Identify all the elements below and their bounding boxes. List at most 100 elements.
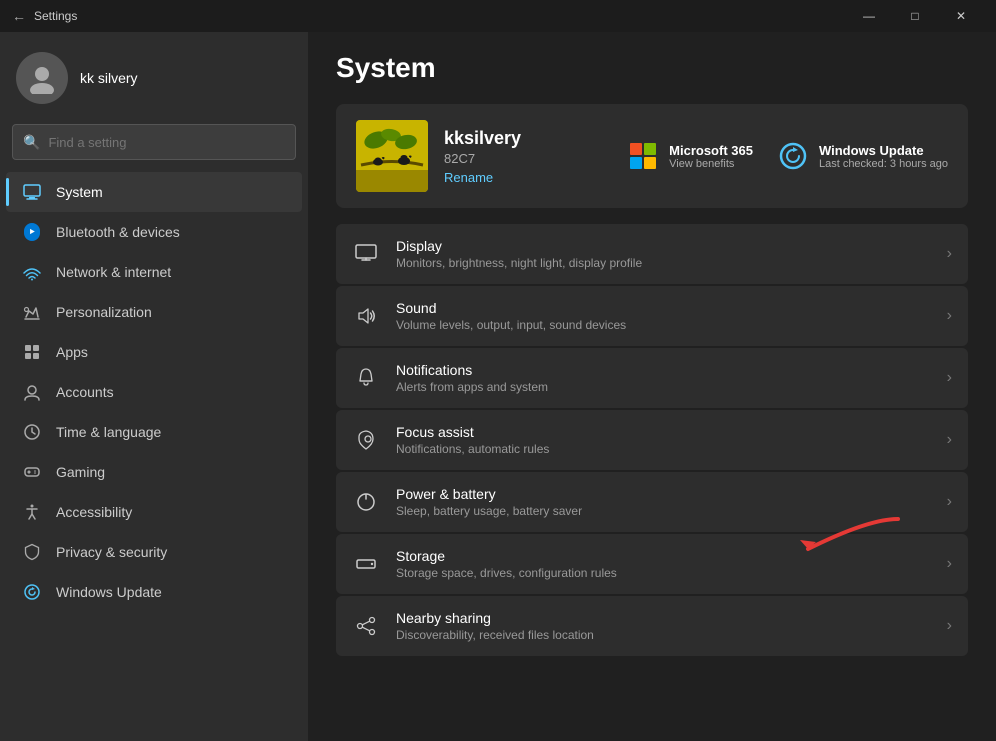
windowsupdate-icon: [22, 582, 42, 602]
focusassist-chevron: ›: [947, 431, 952, 449]
settings-item-nearbysharing[interactable]: Nearby sharing Discoverability, received…: [336, 596, 968, 656]
focusassist-subtitle: Notifications, automatic rules: [396, 442, 931, 456]
storage-text: Storage Storage space, drives, configura…: [396, 548, 931, 580]
sidebar-item-accessibility[interactable]: Accessibility: [6, 492, 302, 532]
sidebar-item-network[interactable]: Network & internet: [6, 252, 302, 292]
privacy-label: Privacy & security: [56, 544, 167, 560]
sidebar-item-bluetooth[interactable]: ‣ Bluetooth & devices: [6, 212, 302, 252]
search-container: 🔍: [0, 120, 308, 172]
rename-link[interactable]: Rename: [444, 170, 627, 185]
sidebar-item-privacy[interactable]: Privacy & security: [6, 532, 302, 572]
search-input[interactable]: [48, 135, 285, 150]
settings-item-sound[interactable]: Sound Volume levels, output, input, soun…: [336, 286, 968, 346]
sidebar-item-system[interactable]: System: [6, 172, 302, 212]
settings-item-display[interactable]: Display Monitors, brightness, night ligh…: [336, 224, 968, 284]
ms365-link[interactable]: Microsoft 365 View benefits: [627, 140, 753, 172]
settings-item-focusassist[interactable]: Focus assist Notifications, automatic ru…: [336, 410, 968, 470]
power-text: Power & battery Sleep, battery usage, ba…: [396, 486, 931, 518]
user-profile[interactable]: kk silvery: [0, 40, 308, 120]
sidebar-item-time[interactable]: Time & language: [6, 412, 302, 452]
sidebar-item-windowsupdate[interactable]: Windows Update: [6, 572, 302, 612]
power-chevron: ›: [947, 493, 952, 511]
personalization-icon: [22, 302, 42, 322]
search-box[interactable]: 🔍: [12, 124, 296, 160]
accounts-label: Accounts: [56, 384, 114, 400]
display-icon: [352, 240, 380, 268]
winupdate-icon: [777, 140, 809, 172]
notifications-title: Notifications: [396, 362, 931, 378]
profile-id: 82C7: [444, 151, 627, 166]
sidebar-item-apps[interactable]: Apps: [6, 332, 302, 372]
storage-chevron: ›: [947, 555, 952, 573]
sidebar-item-personalization[interactable]: Personalization: [6, 292, 302, 332]
title-bar-title: Settings: [34, 9, 77, 23]
system-label: System: [56, 184, 103, 200]
windowsupdate-label: Windows Update: [56, 584, 162, 600]
network-icon: [22, 262, 42, 282]
winupdate-subtitle: Last checked: 3 hours ago: [819, 158, 948, 170]
page-title: System: [336, 52, 968, 84]
notifications-subtitle: Alerts from apps and system: [396, 380, 931, 394]
accessibility-label: Accessibility: [56, 504, 132, 520]
focusassist-text: Focus assist Notifications, automatic ru…: [396, 424, 931, 456]
notifications-text: Notifications Alerts from apps and syste…: [396, 362, 931, 394]
sidebar-item-accounts[interactable]: Accounts: [6, 372, 302, 412]
ms365-icon: [627, 140, 659, 172]
nearbysharing-icon: [352, 612, 380, 640]
user-name: kk silvery: [80, 70, 138, 86]
time-label: Time & language: [56, 424, 161, 440]
bluetooth-label: Bluetooth & devices: [56, 224, 180, 240]
sidebar-item-gaming[interactable]: Gaming: [6, 452, 302, 492]
profile-username: kksilvery: [444, 128, 627, 149]
storage-subtitle: Storage space, drives, configuration rul…: [396, 566, 931, 580]
profile-image: [356, 120, 428, 192]
storage-title: Storage: [396, 548, 931, 564]
bluetooth-icon: ‣: [22, 222, 42, 242]
title-bar-controls: — □ ✕: [846, 0, 984, 32]
ms365-subtitle: View benefits: [669, 158, 753, 170]
power-icon: [352, 488, 380, 516]
winupdate-link[interactable]: Windows Update Last checked: 3 hours ago: [777, 140, 948, 172]
storage-icon: [352, 550, 380, 578]
nearbysharing-chevron: ›: [947, 617, 952, 635]
time-icon: [22, 422, 42, 442]
nav-list: System ‣ Bluetooth & devices: [0, 172, 308, 612]
settings-item-storage[interactable]: Storage Storage space, drives, configura…: [336, 534, 968, 594]
back-icon[interactable]: ←: [12, 8, 26, 24]
sound-subtitle: Volume levels, output, input, sound devi…: [396, 318, 931, 332]
profile-info: kksilvery 82C7 Rename: [444, 128, 627, 185]
system-icon: [22, 182, 42, 202]
focusassist-title: Focus assist: [396, 424, 931, 440]
sound-text: Sound Volume levels, output, input, soun…: [396, 300, 931, 332]
focusassist-icon: [352, 426, 380, 454]
settings-item-power[interactable]: Power & battery Sleep, battery usage, ba…: [336, 472, 968, 532]
sound-title: Sound: [396, 300, 931, 316]
settings-item-notifications[interactable]: Notifications Alerts from apps and syste…: [336, 348, 968, 408]
title-bar-left: ← Settings: [12, 8, 77, 24]
nearbysharing-text: Nearby sharing Discoverability, received…: [396, 610, 931, 642]
title-bar: ← Settings — □ ✕: [0, 0, 996, 32]
display-text: Display Monitors, brightness, night ligh…: [396, 238, 931, 270]
profile-links: Microsoft 365 View benefits Windo: [627, 140, 948, 172]
accounts-icon: [22, 382, 42, 402]
sidebar: kk silvery 🔍 System: [0, 32, 308, 741]
privacy-icon: [22, 542, 42, 562]
nearbysharing-title: Nearby sharing: [396, 610, 931, 626]
profile-card: kksilvery 82C7 Rename: [336, 104, 968, 208]
avatar: [16, 52, 68, 104]
network-label: Network & internet: [56, 264, 171, 280]
maximize-button[interactable]: □: [892, 0, 938, 32]
winupdate-text: Windows Update Last checked: 3 hours ago: [819, 143, 948, 170]
minimize-button[interactable]: —: [846, 0, 892, 32]
sound-icon: [352, 302, 380, 330]
settings-list: Display Monitors, brightness, night ligh…: [336, 224, 968, 656]
app-container: kk silvery 🔍 System: [0, 32, 996, 741]
ms365-title: Microsoft 365: [669, 143, 753, 158]
close-button[interactable]: ✕: [938, 0, 984, 32]
content-area: System: [308, 32, 996, 741]
gaming-label: Gaming: [56, 464, 105, 480]
notifications-chevron: ›: [947, 369, 952, 387]
search-icon: 🔍: [23, 134, 40, 151]
winupdate-title: Windows Update: [819, 143, 948, 158]
nearbysharing-subtitle: Discoverability, received files location: [396, 628, 931, 642]
